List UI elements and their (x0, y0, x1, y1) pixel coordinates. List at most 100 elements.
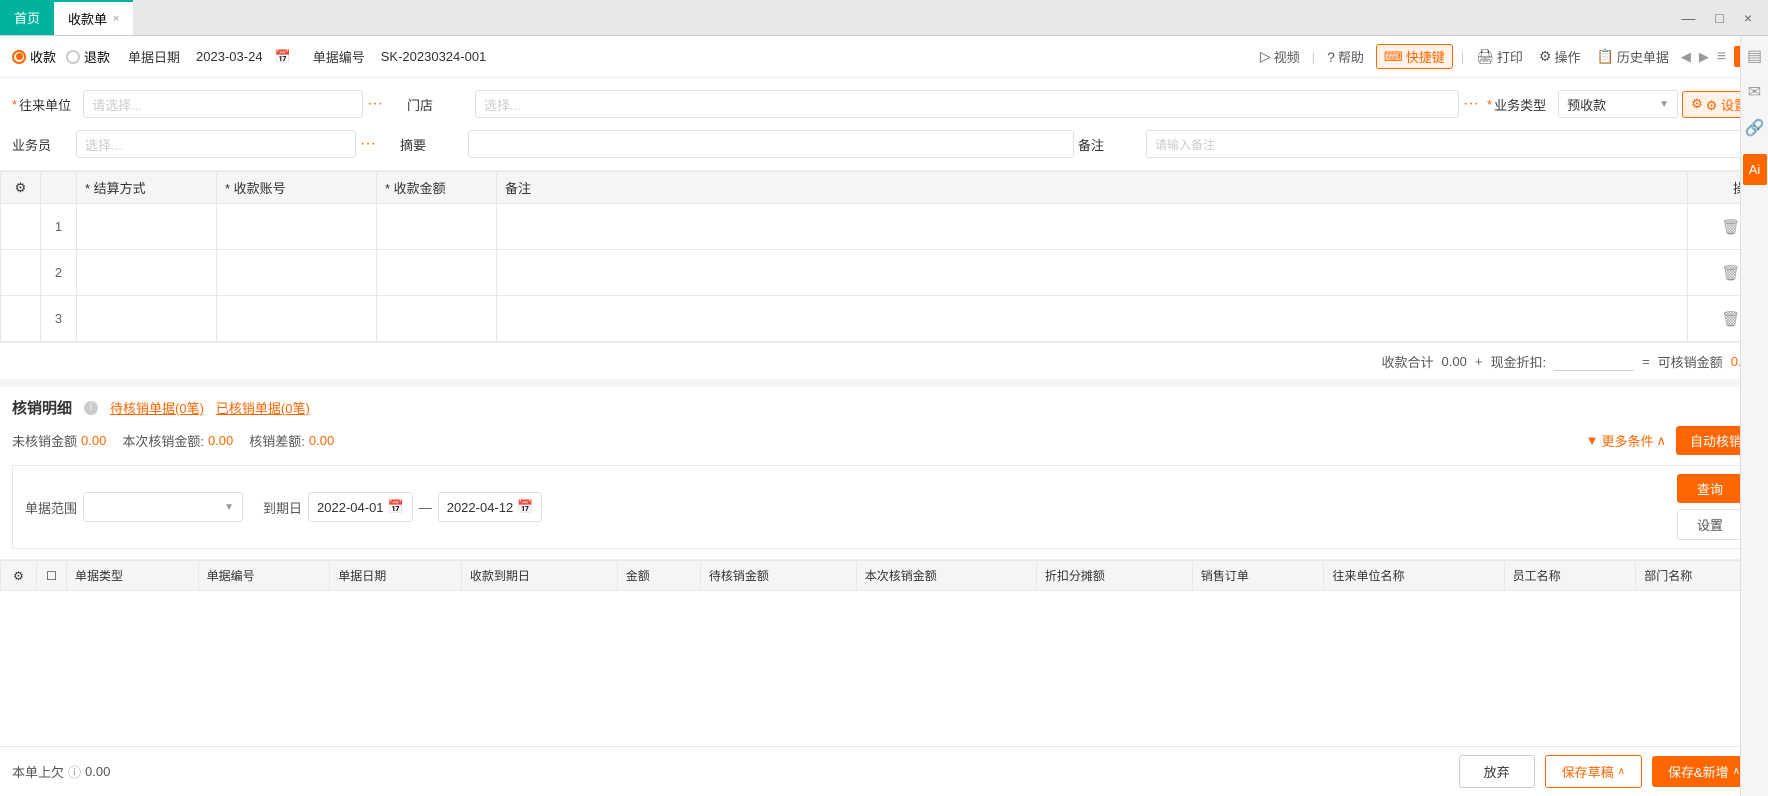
store-more[interactable]: ··· (1463, 95, 1479, 113)
due-date-start[interactable]: 2022-04-01 📅 (308, 492, 413, 522)
operation-btn[interactable]: ⚙ 操作 (1535, 45, 1585, 68)
chevron-up-icon: ∧ (1656, 433, 1666, 449)
store-field: 门店 选择... ··· (407, 90, 1487, 118)
col-remark-label: 备注 (505, 181, 531, 196)
note-input[interactable]: 请输入备注 (1146, 130, 1752, 158)
calendar-icon[interactable]: 📅 (275, 49, 291, 65)
doc-date-label: 单据日期 (128, 47, 180, 66)
window-close[interactable]: × (1738, 8, 1758, 28)
col-header-amount: * 收款金额 (377, 172, 497, 204)
receipt-table: ⚙ * 结算方式 * 收款账号 * 收款金额 备注 (0, 171, 1768, 342)
sub-col-doc-date: 单据日期 (330, 561, 462, 591)
salesperson-more[interactable]: ··· (360, 135, 376, 153)
row-2-account[interactable] (217, 250, 377, 296)
gear-icon-small: ⚙ (1691, 96, 1703, 112)
biz-type-select[interactable]: 预收款 ▼ (1558, 90, 1678, 118)
tab-receipt[interactable]: 收款单 × (54, 0, 133, 35)
bottom-bar: 本单上欠 ⓘ 0.00 放弃 保存草稿 ∧ 保存&新增 ∧ (0, 746, 1768, 796)
col-header-num (41, 172, 77, 204)
print-btn[interactable]: 🖨 打印 (1472, 45, 1527, 68)
tab-home-label: 首页 (14, 8, 40, 27)
pending-tab[interactable]: 待核销单据(0笔) (110, 398, 204, 417)
shortcut-label: 快捷键 (1406, 47, 1445, 66)
shortcut-icon: ⌨ (1384, 49, 1403, 65)
required-marker: * (12, 97, 17, 112)
info-icon[interactable]: i (84, 401, 98, 415)
help-btn[interactable]: ? 帮助 (1323, 45, 1368, 68)
range-select[interactable]: ▼ (83, 492, 243, 522)
sub-col-checkbox[interactable]: ☐ (37, 561, 67, 591)
col-header-settings[interactable]: ⚙ (1, 172, 41, 204)
nav-next[interactable]: ▶ (1699, 49, 1709, 65)
row-3-delete-btn[interactable]: 🗑 (1721, 310, 1740, 328)
window-minimize[interactable]: — (1675, 8, 1701, 28)
window-maximize[interactable]: □ (1709, 8, 1729, 28)
row-3-settle[interactable] (77, 296, 217, 342)
query-btn[interactable]: 查询 (1677, 474, 1743, 503)
video-btn[interactable]: ▷ 视频 (1256, 45, 1304, 68)
tab-receipt-close[interactable]: × (113, 13, 119, 25)
stat-info-icon[interactable]: ⓘ (68, 762, 81, 781)
discount-input[interactable] (1554, 351, 1634, 371)
sub-col-settings[interactable]: ⚙ (1, 561, 37, 591)
sub-col-employee: 员工名称 (1504, 561, 1636, 591)
form-section: * 往来单位 请选择... ··· 门店 选择... ··· * 业务类型 (0, 78, 1768, 171)
save-draft-chevron: ∧ (1618, 766, 1625, 777)
row-3-num: 3 (41, 296, 77, 342)
stat-value: 0.00 (85, 764, 110, 779)
row-3-remark[interactable] (497, 296, 1688, 342)
nav-prev[interactable]: ◀ (1681, 49, 1691, 65)
panel-icon-3[interactable]: 🔗 (1745, 118, 1765, 138)
discard-btn[interactable]: 放弃 (1459, 755, 1535, 788)
radio-receive[interactable]: 收款 (12, 47, 56, 66)
row-3-amount[interactable] (377, 296, 497, 342)
tab-home[interactable]: 首页 (0, 0, 54, 35)
panel-icon-2[interactable]: ✉ (1748, 82, 1761, 102)
row-1-remark[interactable] (497, 204, 1688, 250)
row-2-delete-btn[interactable]: 🗑 (1721, 264, 1740, 282)
row-1-delete-btn[interactable]: 🗑 (1721, 218, 1740, 236)
table-row: 2 🗑 ⊕ (1, 250, 1768, 296)
store-label: 门店 (407, 95, 467, 114)
ai-panel-btn[interactable]: Ai (1743, 154, 1767, 185)
shortcut-btn[interactable]: ⌨ 快捷键 (1376, 44, 1453, 69)
row-1-account[interactable] (217, 204, 377, 250)
current-stat: 本次核销金额: 0.00 (122, 431, 233, 450)
row-2-settle[interactable] (77, 250, 217, 296)
row-3-account[interactable] (217, 296, 377, 342)
counterpart-more[interactable]: ··· (367, 95, 383, 113)
sub-table-section: ⚙ ☐ 单据类型 单据编号 单据日期 收款到期日 金额 待核销金额 本次核销金额… (0, 560, 1768, 746)
salesperson-input[interactable]: 选择... (76, 130, 356, 158)
radio-refund[interactable]: 退款 (66, 47, 110, 66)
done-tab[interactable]: 已核销单据(0笔) (216, 398, 310, 417)
row-2-amount[interactable] (377, 250, 497, 296)
sub-col-discount: 折扣分摊额 (1036, 561, 1192, 591)
counterpart-field: * 往来单位 请选择... ··· (12, 90, 391, 118)
filter-settings-btn[interactable]: 设置 (1677, 509, 1743, 540)
unverified-label: 未核销金额 (12, 431, 77, 450)
due-date-end[interactable]: 2022-04-12 📅 (438, 492, 543, 522)
more-cond-label: 更多条件 (1601, 431, 1653, 450)
row-2-remark[interactable] (497, 250, 1688, 296)
view-list-icon[interactable]: ≡ (1717, 48, 1726, 66)
verify-title: 核销明细 (12, 397, 72, 418)
history-label: 历史单据 (1617, 47, 1669, 66)
row-1-settle[interactable] (77, 204, 217, 250)
tab-bar: 首页 收款单 × — □ × (0, 0, 1768, 36)
bottom-stat: 本单上欠 ⓘ 0.00 (12, 762, 110, 781)
counterpart-input[interactable]: 请选择... (83, 90, 363, 118)
video-icon: ▷ (1260, 48, 1271, 65)
table-row: 1 🗑 ⊕ (1, 204, 1768, 250)
form-row-2: 业务员 选择... ··· 摘要 备注 请输入备注 (12, 126, 1756, 162)
discount-label: 现金折扣: (1490, 352, 1546, 371)
summary-input[interactable] (468, 130, 1074, 158)
col-header-remark: 备注 (497, 172, 1688, 204)
save-draft-btn[interactable]: 保存草稿 ∧ (1545, 755, 1642, 788)
due-date-label: 到期日 (263, 498, 302, 517)
panel-icon-1[interactable]: ▤ (1747, 46, 1762, 66)
row-1-amount[interactable] (377, 204, 497, 250)
store-input[interactable]: 选择... (475, 90, 1459, 118)
sub-col-current: 本次核销金额 (856, 561, 1036, 591)
more-conditions-btn[interactable]: ▼ 更多条件 ∧ (1586, 431, 1666, 450)
history-btn[interactable]: 📋 历史单据 (1592, 45, 1672, 68)
